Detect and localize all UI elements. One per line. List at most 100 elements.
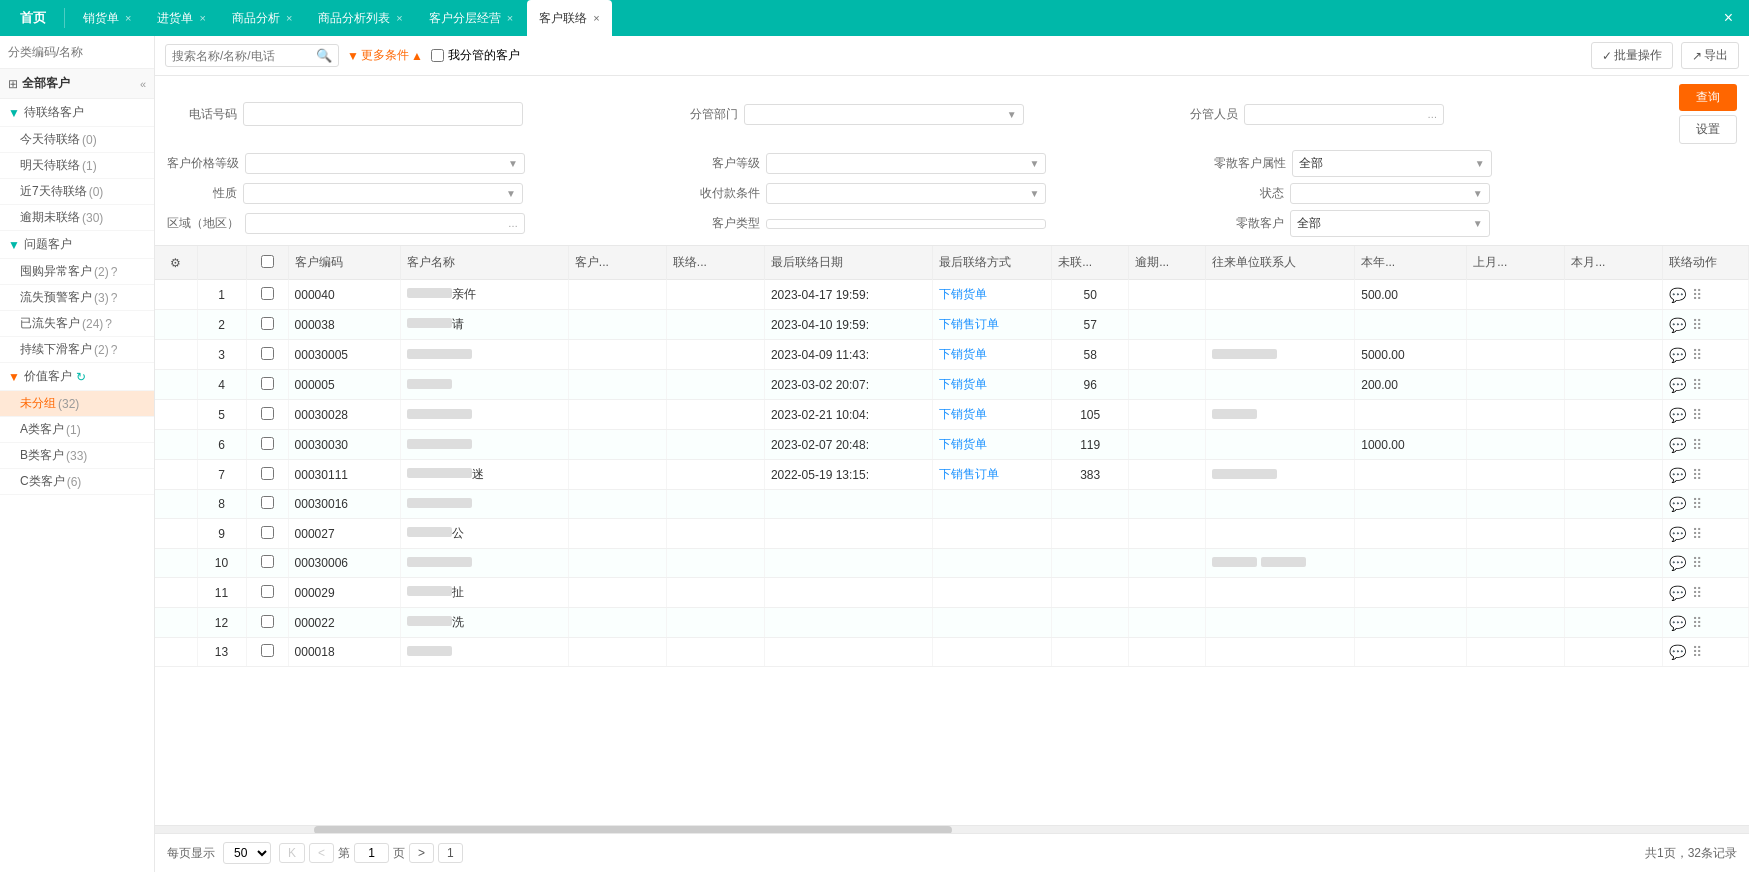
nav-sales[interactable]: 销货单 × — [71, 0, 143, 36]
sidebar-collapse-btn[interactable]: « — [140, 78, 146, 90]
close-customer-tier-tab[interactable]: × — [507, 12, 513, 24]
more-action-icon[interactable]: ⠿ — [1692, 377, 1702, 393]
nav-purchase[interactable]: 进货单 × — [145, 0, 217, 36]
filter-search-icon[interactable]: 🔍 — [316, 48, 332, 63]
more-conditions-btn[interactable]: ▼ 更多条件 ▲ — [347, 47, 423, 64]
sidebar-item-churned[interactable]: 已流失客户 (24) ? — [0, 311, 154, 337]
payment-select[interactable]: ▼ — [766, 183, 1046, 204]
more-action-icon[interactable]: ⠿ — [1692, 467, 1702, 483]
value-customers-group[interactable]: ▼ 价值客户 ↻ — [0, 363, 154, 391]
nav-customer-tier[interactable]: 客户分层经营 × — [417, 0, 525, 36]
query-button[interactable]: 查询 — [1679, 84, 1737, 111]
nature-select[interactable]: ▼ — [243, 183, 523, 204]
row-checkbox[interactable] — [261, 496, 274, 509]
last-method-link[interactable]: 下销货单 — [939, 287, 987, 301]
more-action-icon[interactable]: ⠿ — [1692, 526, 1702, 542]
sidebar-item-7days[interactable]: 近7天待联络 (0) — [0, 179, 154, 205]
row-checkbox[interactable] — [261, 317, 274, 330]
sidebar-item-class-c[interactable]: C类客户 (6) — [0, 469, 154, 495]
retail-attr-select[interactable]: 全部 ▼ — [1292, 150, 1492, 177]
row-checkbox[interactable] — [261, 377, 274, 390]
more-action-icon[interactable]: ⠿ — [1692, 287, 1702, 303]
last-method-link[interactable]: 下销货单 — [939, 437, 987, 451]
price-tier-select[interactable]: ▼ — [245, 153, 525, 174]
all-customers-header[interactable]: ⊞ 全部客户 « — [0, 69, 154, 99]
last-method-link[interactable]: 下销货单 — [939, 407, 987, 421]
sidebar-item-overdue[interactable]: 逾期未联络 (30) — [0, 205, 154, 231]
more-action-icon[interactable]: ⠿ — [1692, 347, 1702, 363]
row-checkbox[interactable] — [261, 615, 274, 628]
region-select[interactable]: … — [245, 213, 525, 234]
row-checkbox[interactable] — [261, 526, 274, 539]
last-method-link[interactable]: 下销货单 — [939, 377, 987, 391]
chat-action-icon[interactable]: 💬 — [1669, 615, 1686, 631]
more-action-icon[interactable]: ⠿ — [1692, 615, 1702, 631]
sidebar-item-churn-warning[interactable]: 流失预警客户 (3) ? — [0, 285, 154, 311]
next-page-button[interactable]: > — [409, 843, 434, 863]
dept-select[interactable]: ▼ — [744, 104, 1024, 125]
nav-goods-analysis[interactable]: 商品分析 × — [220, 0, 304, 36]
chat-action-icon[interactable]: 💬 — [1669, 347, 1686, 363]
row-checkbox[interactable] — [261, 287, 274, 300]
chat-action-icon[interactable]: 💬 — [1669, 467, 1686, 483]
chat-action-icon[interactable]: 💬 — [1669, 287, 1686, 303]
page-number-input[interactable] — [354, 843, 389, 863]
col-settings[interactable]: ⚙ — [155, 246, 197, 280]
more-action-icon[interactable]: ⠿ — [1692, 496, 1702, 512]
customer-type-select[interactable] — [766, 219, 1046, 229]
close-goods-analysis-list-tab[interactable]: × — [396, 12, 402, 24]
horizontal-scrollbar[interactable] — [155, 825, 1749, 833]
scrollbar-thumb[interactable] — [314, 826, 952, 833]
sidebar-item-tomorrow[interactable]: 明天待联络 (1) — [0, 153, 154, 179]
chat-action-icon[interactable]: 💬 — [1669, 585, 1686, 601]
prev-page-button[interactable]: < — [309, 843, 334, 863]
row-checkbox[interactable] — [261, 347, 274, 360]
row-checkbox[interactable] — [261, 555, 274, 568]
last-page-button[interactable]: 1 — [438, 843, 463, 863]
last-method-link[interactable]: 下销售订单 — [939, 467, 999, 481]
close-purchase-tab[interactable]: × — [199, 12, 205, 24]
problem-customers-group[interactable]: ▼ 问题客户 — [0, 231, 154, 259]
chat-action-icon[interactable]: 💬 — [1669, 526, 1686, 542]
chat-action-icon[interactable]: 💬 — [1669, 377, 1686, 393]
more-action-icon[interactable]: ⠿ — [1692, 585, 1702, 601]
sidebar-item-hoarding[interactable]: 囤购异常客户 (2) ? — [0, 259, 154, 285]
status-select[interactable]: ▼ — [1290, 183, 1490, 204]
nav-home[interactable]: 首页 — [8, 0, 58, 36]
batch-operations-button[interactable]: ✓ 批量操作 — [1591, 42, 1673, 69]
chat-action-icon[interactable]: 💬 — [1669, 555, 1686, 571]
retail-customer-select[interactable]: 全部 ▼ — [1290, 210, 1490, 237]
row-checkbox[interactable] — [261, 407, 274, 420]
pending-contact-group[interactable]: ▼ 待联络客户 — [0, 99, 154, 127]
sidebar-item-declining[interactable]: 持续下滑客户 (2) ? — [0, 337, 154, 363]
more-action-icon[interactable]: ⠿ — [1692, 437, 1702, 453]
close-goods-analysis-tab[interactable]: × — [286, 12, 292, 24]
person-select[interactable]: … — [1244, 104, 1444, 125]
export-button[interactable]: ↗ 导出 — [1681, 42, 1739, 69]
refresh-icon[interactable]: ↻ — [76, 370, 86, 384]
page-size-select[interactable]: 50 — [223, 842, 271, 864]
row-checkbox[interactable] — [261, 644, 274, 657]
row-checkbox[interactable] — [261, 585, 274, 598]
my-customers-checkbox[interactable] — [431, 49, 444, 62]
more-action-icon[interactable]: ⠿ — [1692, 644, 1702, 660]
my-customers-filter[interactable]: 我分管的客户 — [431, 47, 520, 64]
sidebar-item-class-b[interactable]: B类客户 (33) — [0, 443, 154, 469]
chat-action-icon[interactable]: 💬 — [1669, 407, 1686, 423]
close-sales-tab[interactable]: × — [125, 12, 131, 24]
sidebar-search-input[interactable] — [8, 45, 155, 59]
nav-goods-analysis-list[interactable]: 商品分析列表 × — [306, 0, 414, 36]
more-action-icon[interactable]: ⠿ — [1692, 317, 1702, 333]
customer-tier-select[interactable]: ▼ — [766, 153, 1046, 174]
chat-action-icon[interactable]: 💬 — [1669, 317, 1686, 333]
row-checkbox[interactable] — [261, 467, 274, 480]
chat-action-icon[interactable]: 💬 — [1669, 496, 1686, 512]
window-close-button[interactable]: × — [1716, 9, 1741, 27]
select-all-checkbox[interactable] — [261, 255, 274, 268]
search-input[interactable] — [172, 49, 312, 63]
more-action-icon[interactable]: ⠿ — [1692, 555, 1702, 571]
more-action-icon[interactable]: ⠿ — [1692, 407, 1702, 423]
sidebar-item-unclassified[interactable]: 未分组 (32) — [0, 391, 154, 417]
nav-customer-contact[interactable]: 客户联络 × — [527, 0, 611, 36]
phone-input[interactable] — [243, 102, 523, 126]
